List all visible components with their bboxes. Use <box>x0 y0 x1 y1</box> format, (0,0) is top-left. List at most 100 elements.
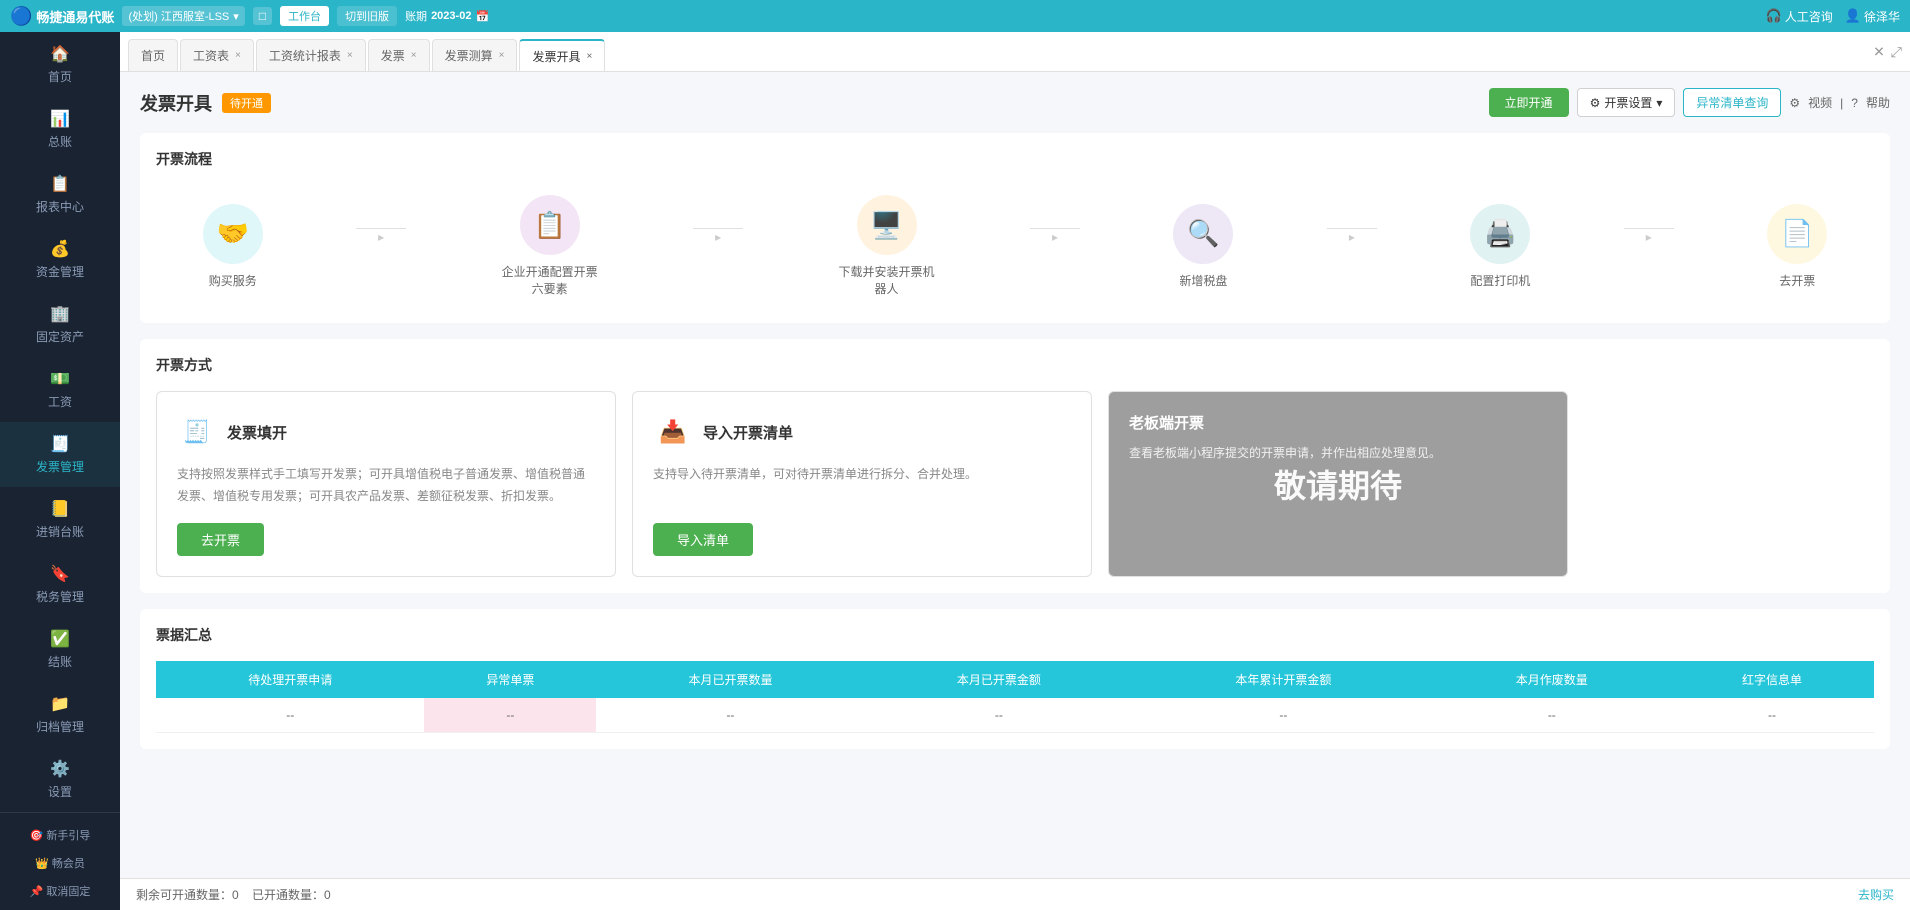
sidebar-item-结账[interactable]: ✅结账 <box>0 617 120 682</box>
switch-old-button[interactable]: 切到旧版 <box>337 6 397 26</box>
tab-close-1[interactable]: × <box>235 50 241 61</box>
period-label: 账期 2023-02 📅 <box>405 8 489 24</box>
close-window-icon[interactable]: ✕ <box>1873 43 1885 60</box>
sidebar-item-进销台账[interactable]: 📒进销台账 <box>0 487 120 552</box>
import-invoice-card-header: 📥 导入开票清单 <box>653 412 1071 452</box>
tab-label-1: 工资表 <box>193 47 229 64</box>
help-link[interactable]: 帮助 <box>1866 94 1890 111</box>
flow-step-5: 📄 去开票 <box>1767 204 1827 289</box>
tab-close-3[interactable]: × <box>411 50 417 61</box>
summary-col-header-6: 红字信息单 <box>1670 661 1874 698</box>
summary-cell-0: -- <box>156 698 424 733</box>
tab-发票测算[interactable]: 发票测算 × <box>432 39 518 71</box>
sidebar-icon-11: ⚙️ <box>50 759 70 779</box>
summary-col-header-0: 待处理开票申请 <box>156 661 424 698</box>
sidebar-item-首页[interactable]: 🏠首页 <box>0 32 120 97</box>
summary-cell-6: -- <box>1670 698 1874 733</box>
company-select[interactable]: (处划) 江西服室-LSS ▾ <box>122 6 244 26</box>
sidebar-item-资金管理[interactable]: 💰资金管理 <box>0 227 120 292</box>
sidebar-icon-6: 🧾 <box>50 434 70 454</box>
sidebar-item-税务管理[interactable]: 🔖税务管理 <box>0 552 120 617</box>
settings-icon-small: ⚙ <box>1789 96 1800 110</box>
pin-toggle[interactable]: 📌取消固定 <box>0 877 120 905</box>
sidebar-icon-5: 💵 <box>50 369 70 389</box>
import-invoice-desc: 支持导入待开票清单，可对待开票清单进行拆分、合并处理。 <box>653 464 1071 507</box>
sidebar-item-固定资产[interactable]: 🏢固定资产 <box>0 292 120 357</box>
flow-arrow-2: ▸ <box>1030 228 1080 264</box>
settings-icon: ⚙ <box>1590 96 1601 110</box>
sidebar-item-beginner[interactable]: 🎯新手引导 <box>0 821 120 849</box>
sidebar-item-member[interactable]: 👑畅会员 <box>0 849 120 877</box>
flow-icon-4: 🖨️ <box>1470 204 1530 264</box>
tab-bar: 首页工资表×工资统计报表×发票×发票测算×发票开具× ✕ ⤢ <box>120 32 1910 72</box>
flow-step-label-0: 购买服务 <box>209 272 257 289</box>
sidebar-item-发票管理[interactable]: 🧾 发票管理 <box>0 422 120 487</box>
flow-steps: 🤝 购买服务 ▸ 📋 企业开通配置开票六要素 ▸ 🖥️ 下载并安装开票机器人 ▸… <box>156 185 1874 307</box>
main-layout: 🏠首页📊总账 📋 报表中心 💰资金管理🏢固定资产 💵 工资 🧾 发票管理 📒进销台账🔖税务管理✅… <box>0 32 1910 910</box>
summary-col-header-2: 本月已开票数量 <box>596 661 864 698</box>
flow-step-4: 🖨️ 配置打印机 <box>1470 204 1530 289</box>
summary-col-header-1: 异常单票 <box>424 661 596 698</box>
top-bar: 🔵 畅捷通易代账 (处划) 江西服室-LSS ▾ □ 工作台 切到旧版 账期 2… <box>0 0 1910 32</box>
sidebar-label-6: 发票管理 <box>36 458 84 475</box>
sidebar-item-工资[interactable]: 💵 工资 <box>0 357 120 422</box>
top-bar-left: 🔵 畅捷通易代账 (处划) 江西服室-LSS ▾ □ 工作台 切到旧版 账期 2… <box>10 6 489 27</box>
tab-label-0: 首页 <box>141 47 165 64</box>
sidebar-icon-2: 📋 <box>50 174 70 194</box>
settings-button[interactable]: ⚙ 开票设置 ▾ <box>1577 88 1676 117</box>
used-label: 已开通数量：0 <box>252 888 331 902</box>
sidebar-item-设置[interactable]: ⚙️设置 <box>0 747 120 812</box>
workspace-button[interactable]: 工作台 <box>280 6 329 26</box>
go-invoice-button[interactable]: 去开票 <box>177 523 264 556</box>
tab-label-5: 发票开具 <box>532 48 580 65</box>
summary-col-header-5: 本月作废数量 <box>1434 661 1670 698</box>
ways-section: 开票方式 🧾 发票填开 支持按照发票样式手工填写开发票；可开具增值税电子普通发票… <box>140 339 1890 593</box>
question-icon: ? <box>1851 96 1858 110</box>
flow-icon-0: 🤝 <box>203 204 263 264</box>
page-content: 发票开具 待开通 立即开通 ⚙ 开票设置 ▾ 异常清单查询 ⚙ 视频 | <box>120 72 1910 878</box>
tab-首页[interactable]: 首页 <box>128 39 178 71</box>
remaining-label: 剩余可开通数量：0 <box>136 888 239 902</box>
sidebar-item-报表中心[interactable]: 📋 报表中心 <box>0 162 120 227</box>
sidebar-label-2: 报表中心 <box>36 198 84 215</box>
instant-open-button[interactable]: 立即开通 <box>1489 88 1569 117</box>
query-button[interactable]: 异常清单查询 <box>1683 88 1781 117</box>
flow-icon-2: 🖥️ <box>857 195 917 255</box>
flow-icon-3: 🔍 <box>1173 204 1233 264</box>
flow-arrow-0: ▸ <box>356 228 406 264</box>
copy-button[interactable]: □ <box>253 7 272 25</box>
tab-工资表[interactable]: 工资表 × <box>180 39 254 71</box>
tab-close-4[interactable]: × <box>499 50 505 61</box>
flow-section-title: 开票流程 <box>156 149 1874 169</box>
tab-close-2[interactable]: × <box>347 50 353 61</box>
tab-工资统计报表[interactable]: 工资统计报表× <box>256 39 366 71</box>
tab-发票开具[interactable]: 发票开具 × <box>519 39 605 71</box>
way-cards: 🧾 发票填开 支持按照发票样式手工填写开发票；可开具增值税电子普通发票、增值税普… <box>156 391 1874 577</box>
top-bar-right: 🎧 人工咨询 👤 徐泽华 <box>1766 8 1900 25</box>
sidebar-item-归档管理[interactable]: 📁归档管理 <box>0 682 120 747</box>
import-invoice-button[interactable]: 导入清单 <box>653 523 753 556</box>
view-link[interactable]: 视频 <box>1808 94 1832 111</box>
flow-step-2: 🖥️ 下载并安装开票机器人 <box>837 195 937 297</box>
header-right-links: ⚙ 视频 | ? 帮助 <box>1789 94 1890 111</box>
flow-section: 开票流程 🤝 购买服务 ▸ 📋 企业开通配置开票六要素 ▸ 🖥️ 下载并安装开票… <box>140 133 1890 323</box>
summary-cell-3: -- <box>865 698 1133 733</box>
page-title-group: 发票开具 待开通 <box>140 90 271 116</box>
tab-发票[interactable]: 发票× <box>368 39 430 71</box>
flow-step-label-5: 去开票 <box>1779 272 1815 289</box>
ways-section-title: 开票方式 <box>156 355 1874 375</box>
import-invoice-title: 导入开票清单 <box>703 422 793 443</box>
tab-close-5[interactable]: × <box>586 51 592 62</box>
summary-section-title: 票据汇总 <box>156 625 1874 645</box>
fill-invoice-icon: 🧾 <box>177 412 217 452</box>
sidebar-label-3: 资金管理 <box>36 263 84 280</box>
user-avatar[interactable]: 👤 徐泽华 <box>1845 8 1900 25</box>
buy-link[interactable]: 去购买 <box>1858 886 1894 903</box>
sidebar-bottom: 🎯新手引导 👑畅会员 📌取消固定 <box>0 812 120 910</box>
tab-label-4: 发票测算 <box>445 47 493 64</box>
sidebar-label-5: 工资 <box>48 393 72 410</box>
fill-invoice-card-header: 🧾 发票填开 <box>177 412 595 452</box>
sidebar-item-总账[interactable]: 📊总账 <box>0 97 120 162</box>
expand-icon[interactable]: ⤢ <box>1891 43 1902 60</box>
service-button[interactable]: 🎧 人工咨询 <box>1766 8 1833 25</box>
